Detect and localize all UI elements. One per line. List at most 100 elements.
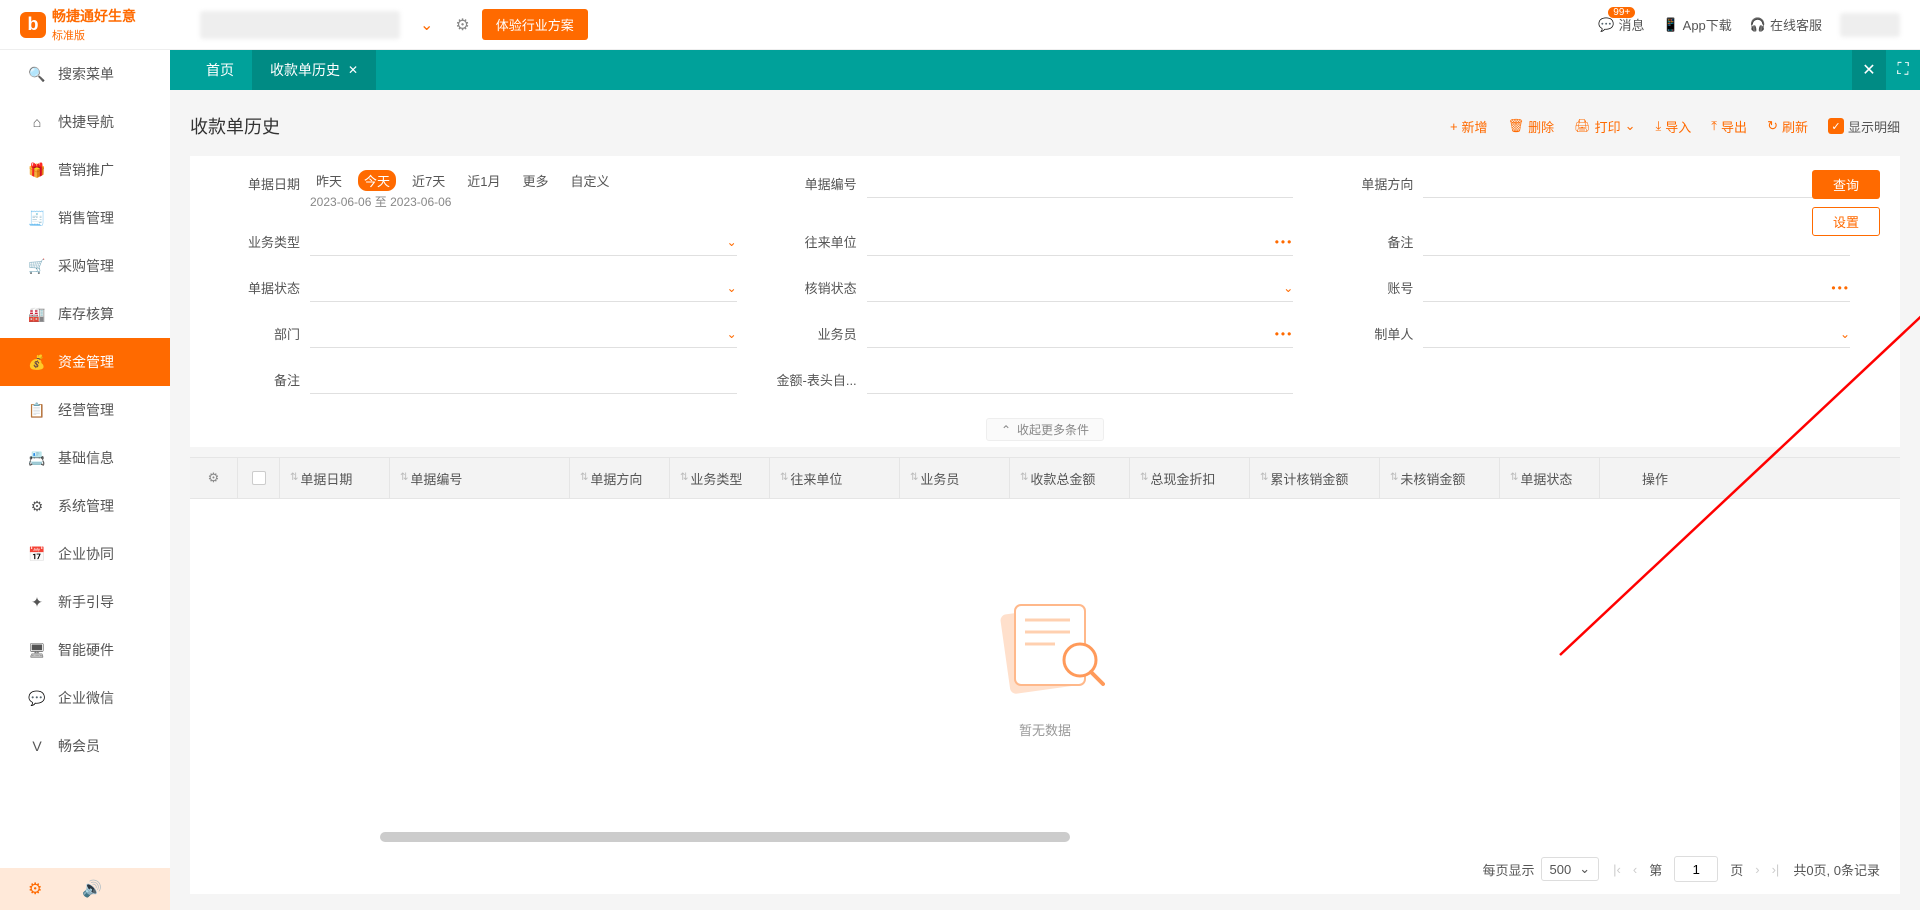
import-button[interactable]: ⤓导入 <box>1656 117 1692 136</box>
th-direction[interactable]: ⇅单据方向 <box>570 458 670 498</box>
close-icon[interactable]: ✕ <box>348 63 358 77</box>
date-more[interactable]: 更多 <box>517 170 555 191</box>
creator-select[interactable]: ⌄ <box>1423 320 1850 348</box>
last-page-button[interactable]: ›| <box>1772 862 1780 877</box>
cog-icon: ⚙ <box>28 497 46 515</box>
sidebar-item-guide[interactable]: ✦新手引导 <box>0 578 170 626</box>
support-link[interactable]: 🎧 在线客服 <box>1750 15 1822 34</box>
partner-lookup[interactable]: ••• <box>867 228 1294 256</box>
page-size-select[interactable]: 500⌄ <box>1541 857 1600 881</box>
remark2-input[interactable] <box>310 366 737 394</box>
th-biz-type[interactable]: ⇅业务类型 <box>670 458 770 498</box>
add-button[interactable]: +新增 <box>1450 117 1488 136</box>
remark-input[interactable] <box>1423 228 1850 256</box>
select-all-checkbox[interactable] <box>238 458 280 498</box>
settings-button[interactable]: 设置 <box>1812 207 1880 236</box>
sidebar-item-label: 搜索菜单 <box>58 64 114 84</box>
chevron-down-icon: ⌄ <box>1840 327 1850 341</box>
page-input[interactable] <box>1674 856 1718 882</box>
brand-icon: b <box>20 12 46 38</box>
app-download-link[interactable]: 📱 App下载 <box>1662 15 1731 34</box>
sidebar-item-basic-info[interactable]: 📇基础信息 <box>0 434 170 482</box>
writeoff-status-select[interactable]: ⌄ <box>867 274 1294 302</box>
biz-type-select[interactable]: ⌄ <box>310 228 737 256</box>
sidebar-item-inventory[interactable]: 🏭库存核算 <box>0 290 170 338</box>
sidebar-item-hardware[interactable]: 🖥智能硬件 <box>0 626 170 674</box>
creator-label: 制单人 <box>1323 320 1423 343</box>
doc-status-select[interactable]: ⌄ <box>310 274 737 302</box>
first-page-button[interactable]: |‹ <box>1613 862 1621 877</box>
refresh-button[interactable]: ↻刷新 <box>1767 117 1808 136</box>
dept-select[interactable]: ⌄ <box>310 320 737 348</box>
doc-no-input[interactable] <box>867 170 1294 198</box>
amount-header-label: 金额-表头自... <box>767 366 867 389</box>
gear-icon[interactable]: ⚙ <box>455 15 469 35</box>
sidebar-item-label: 营销推广 <box>58 160 114 180</box>
sidebar-item-funds[interactable]: 💰资金管理 <box>0 338 170 386</box>
amount-header-input[interactable] <box>867 366 1294 394</box>
horizontal-scrollbar[interactable] <box>190 830 1900 844</box>
experience-button[interactable]: 体验行业方案 <box>482 9 588 40</box>
sidebar-item-label: 快捷导航 <box>58 112 114 132</box>
sidebar-item-label: 企业协同 <box>58 544 114 564</box>
th-partner[interactable]: ⇅往来单位 <box>770 458 900 498</box>
collapse-conditions-button[interactable]: ⌃ 收起更多条件 <box>986 418 1104 441</box>
card-icon: 📇 <box>28 449 46 467</box>
delete-button[interactable]: 🗑删除 <box>1508 117 1555 136</box>
fullscreen-button[interactable]: ⛶ <box>1886 50 1920 90</box>
tabs-close-button[interactable]: ✕ <box>1852 50 1886 90</box>
account-lookup[interactable]: ••• <box>1423 274 1850 302</box>
sidebar-item-wechat[interactable]: 💬企业微信 <box>0 674 170 722</box>
chat-icon: 💬 <box>28 689 46 707</box>
direction-select[interactable]: ⌄ <box>1423 170 1850 198</box>
th-discount[interactable]: ⇅总现金折扣 <box>1130 458 1250 498</box>
settings-icon[interactable]: ⚙ <box>28 879 42 899</box>
sidebar-item-member[interactable]: V畅会员 <box>0 722 170 770</box>
th-unwriteoff[interactable]: ⇅未核销金额 <box>1380 458 1500 498</box>
sidebar-item-marketing[interactable]: 🎁营销推广 <box>0 146 170 194</box>
th-date[interactable]: ⇅单据日期 <box>280 458 390 498</box>
chevron-down-icon[interactable]: ⌄ <box>420 15 433 35</box>
date-yesterday[interactable]: 昨天 <box>310 170 348 191</box>
th-clerk[interactable]: ⇅业务员 <box>900 458 1010 498</box>
double-chevron-up-icon: ⌃ <box>1001 423 1011 437</box>
sidebar-item-operations[interactable]: 📋经营管理 <box>0 386 170 434</box>
sidebar-item-collab[interactable]: 📅企业协同 <box>0 530 170 578</box>
date-today[interactable]: 今天 <box>358 170 396 191</box>
sidebar-item-quick-nav[interactable]: ⌂快捷导航 <box>0 98 170 146</box>
prev-page-button[interactable]: ‹ <box>1633 862 1637 877</box>
column-settings-button[interactable]: ⚙ <box>190 458 238 498</box>
th-doc-status[interactable]: ⇅单据状态 <box>1500 458 1600 498</box>
sidebar-item-system[interactable]: ⚙系统管理 <box>0 482 170 530</box>
search-icon: 🔍 <box>28 65 46 83</box>
chevron-down-icon: ⌄ <box>1283 281 1293 295</box>
company-selector[interactable] <box>200 11 400 39</box>
th-total-amount[interactable]: ⇅收款总金额 <box>1010 458 1130 498</box>
message-icon: 💬 <box>1598 17 1614 33</box>
query-button[interactable]: 查询 <box>1812 170 1880 199</box>
sort-icon: ⇅ <box>1260 474 1268 482</box>
sidebar-item-search[interactable]: 🔍 搜索菜单 <box>0 50 170 98</box>
tab-receipt-history[interactable]: 收款单历史 ✕ <box>252 50 376 90</box>
clerk-lookup[interactable]: ••• <box>867 320 1294 348</box>
export-button[interactable]: ⤒导出 <box>1711 117 1747 136</box>
date-custom[interactable]: 自定义 <box>565 170 616 191</box>
th-writeoff-total[interactable]: ⇅累计核销金额 <box>1250 458 1380 498</box>
trash-icon: 🗑 <box>1508 118 1525 134</box>
sidebar-item-sales[interactable]: 🧾销售管理 <box>0 194 170 242</box>
th-doc-no[interactable]: ⇅单据编号 <box>390 458 570 498</box>
user-avatar[interactable] <box>1840 13 1900 37</box>
sidebar-item-purchase[interactable]: 🛒采购管理 <box>0 242 170 290</box>
tab-label: 收款单历史 <box>270 60 340 80</box>
show-detail-toggle[interactable]: ✓显示明细 <box>1828 117 1900 136</box>
print-button[interactable]: 🖨打印⌄ <box>1574 117 1635 136</box>
speaker-icon[interactable]: 🔊 <box>82 879 102 899</box>
next-page-button[interactable]: › <box>1755 862 1759 877</box>
tab-home[interactable]: 首页 <box>188 50 252 90</box>
date-1month[interactable]: 近1月 <box>461 170 506 191</box>
messages-link[interactable]: 💬 消息 99+ <box>1598 15 1644 34</box>
date-7days[interactable]: 近7天 <box>406 170 451 191</box>
sidebar-item-label: 经营管理 <box>58 400 114 420</box>
collapse-label: 收起更多条件 <box>1017 421 1089 438</box>
monitor-icon: 🖥 <box>28 641 46 659</box>
